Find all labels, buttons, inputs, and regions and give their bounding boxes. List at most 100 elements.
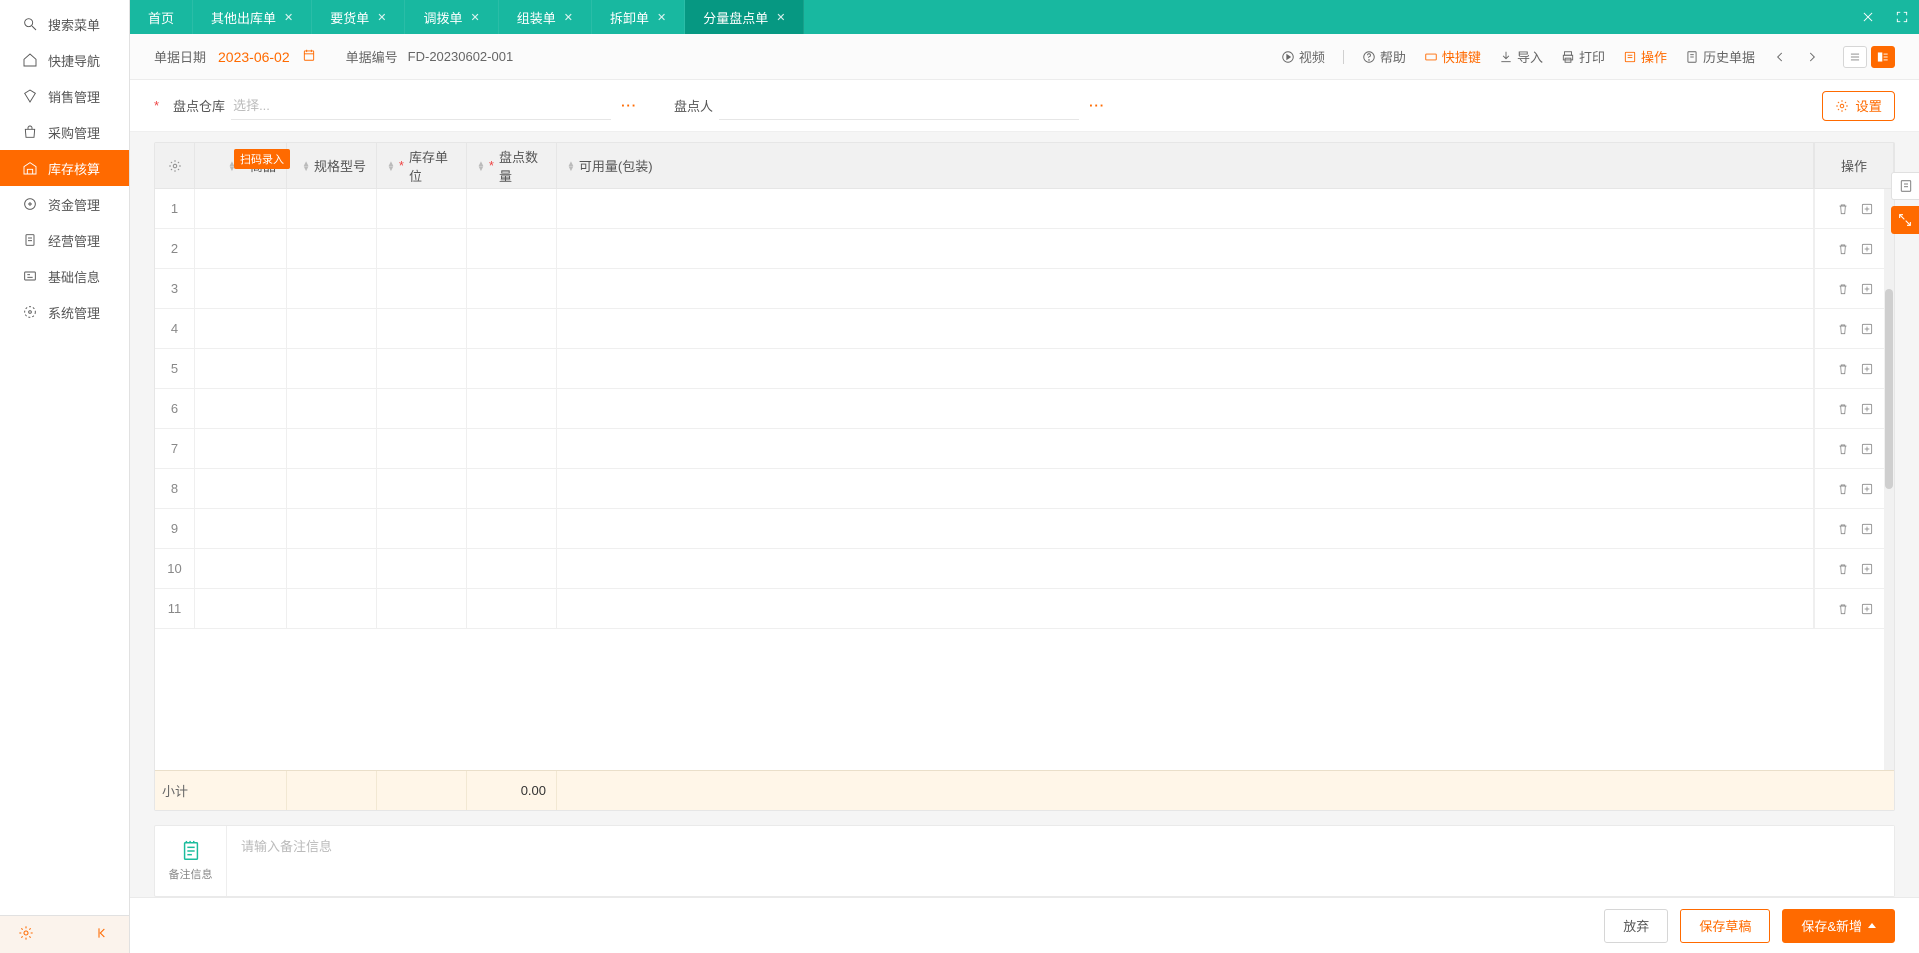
save-new-button[interactable]: 保存&新增: [1782, 909, 1895, 943]
cell-spec[interactable]: [287, 309, 377, 348]
cell-sku[interactable]: [195, 189, 287, 228]
cell-sku[interactable]: [195, 549, 287, 588]
table-row[interactable]: 2: [155, 229, 1894, 269]
delete-row-icon[interactable]: [1836, 522, 1850, 536]
sidebar-item-inventory[interactable]: 库存核算: [0, 150, 129, 186]
close-icon[interactable]: ✕: [377, 11, 386, 24]
table-row[interactable]: 7: [155, 429, 1894, 469]
cell-avail[interactable]: [557, 429, 1814, 468]
cell-spec[interactable]: [287, 349, 377, 388]
remark-input[interactable]: [227, 826, 1894, 896]
cell-sku[interactable]: [195, 389, 287, 428]
delete-row-icon[interactable]: [1836, 242, 1850, 256]
save-draft-button[interactable]: 保存草稿: [1680, 909, 1770, 943]
cell-sku[interactable]: [195, 469, 287, 508]
cell-sku[interactable]: [195, 309, 287, 348]
tab-home[interactable]: 首页: [130, 0, 193, 34]
cell-spec[interactable]: [287, 269, 377, 308]
cell-qty[interactable]: [467, 429, 557, 468]
add-row-icon[interactable]: [1860, 242, 1874, 256]
add-row-icon[interactable]: [1860, 362, 1874, 376]
cell-spec[interactable]: [287, 509, 377, 548]
sidebar-item-purchase[interactable]: 采购管理: [0, 114, 129, 150]
cell-sku[interactable]: [195, 269, 287, 308]
cell-qty[interactable]: [467, 229, 557, 268]
scrollbar-thumb[interactable]: [1885, 289, 1893, 489]
collapse-sidebar-icon[interactable]: [95, 925, 111, 944]
col-sku[interactable]: ▲▼ *商品 扫码录入: [195, 143, 287, 188]
tab-assemble[interactable]: 组装单✕: [499, 0, 592, 34]
cell-avail[interactable]: [557, 189, 1814, 228]
cell-unit[interactable]: [377, 429, 467, 468]
cell-qty[interactable]: [467, 309, 557, 348]
add-row-icon[interactable]: [1860, 482, 1874, 496]
person-input[interactable]: [719, 92, 1079, 120]
view-list-button[interactable]: [1843, 46, 1867, 68]
scan-entry-badge[interactable]: 扫码录入: [234, 149, 290, 169]
cell-unit[interactable]: [377, 549, 467, 588]
sidebar-item-system[interactable]: 系统管理: [0, 294, 129, 330]
discard-button[interactable]: 放弃: [1604, 909, 1668, 943]
add-row-icon[interactable]: [1860, 442, 1874, 456]
add-row-icon[interactable]: [1860, 322, 1874, 336]
table-row[interactable]: 4: [155, 309, 1894, 349]
video-button[interactable]: 视频: [1281, 47, 1325, 66]
delete-row-icon[interactable]: [1836, 602, 1850, 616]
tab-disassemble[interactable]: 拆卸单✕: [592, 0, 685, 34]
cell-qty[interactable]: [467, 389, 557, 428]
cell-unit[interactable]: [377, 389, 467, 428]
cell-qty[interactable]: [467, 189, 557, 228]
cell-avail[interactable]: [557, 469, 1814, 508]
col-avail[interactable]: ▲▼可用量(包装): [557, 143, 1814, 188]
delete-row-icon[interactable]: [1836, 202, 1850, 216]
tab-transfer[interactable]: 调拨单✕: [405, 0, 498, 34]
table-row[interactable]: 9: [155, 509, 1894, 549]
sidebar-item-search-menu[interactable]: 搜索菜单: [0, 6, 129, 42]
fullscreen-button[interactable]: [1885, 0, 1919, 34]
cell-avail[interactable]: [557, 509, 1814, 548]
cell-sku[interactable]: [195, 429, 287, 468]
close-all-tabs-button[interactable]: [1851, 0, 1885, 34]
cell-sku[interactable]: [195, 509, 287, 548]
cell-spec[interactable]: [287, 589, 377, 628]
add-row-icon[interactable]: [1860, 282, 1874, 296]
cell-unit[interactable]: [377, 349, 467, 388]
cell-avail[interactable]: [557, 349, 1814, 388]
col-unit[interactable]: ▲▼*库存单位: [377, 143, 467, 188]
table-row[interactable]: 11: [155, 589, 1894, 629]
table-row[interactable]: 6: [155, 389, 1894, 429]
delete-row-icon[interactable]: [1836, 282, 1850, 296]
col-qty[interactable]: ▲▼*盘点数量: [467, 143, 557, 188]
person-more-icon[interactable]: ···: [1089, 98, 1105, 113]
cell-qty[interactable]: [467, 469, 557, 508]
cell-spec[interactable]: [287, 469, 377, 508]
delete-row-icon[interactable]: [1836, 362, 1850, 376]
table-row[interactable]: 1: [155, 189, 1894, 229]
cell-unit[interactable]: [377, 589, 467, 628]
sidebar-item-basic-info[interactable]: 基础信息: [0, 258, 129, 294]
cell-unit[interactable]: [377, 509, 467, 548]
calendar-icon[interactable]: [302, 48, 316, 65]
date-value[interactable]: 2023-06-02: [218, 49, 290, 65]
cell-sku[interactable]: [195, 229, 287, 268]
operate-button[interactable]: 操作: [1623, 47, 1667, 66]
next-doc-button[interactable]: [1805, 50, 1819, 64]
delete-row-icon[interactable]: [1836, 482, 1850, 496]
rail-notes-button[interactable]: [1891, 172, 1919, 200]
cell-qty[interactable]: [467, 549, 557, 588]
cell-spec[interactable]: [287, 189, 377, 228]
cell-avail[interactable]: [557, 229, 1814, 268]
delete-row-icon[interactable]: [1836, 322, 1850, 336]
delete-row-icon[interactable]: [1836, 442, 1850, 456]
cell-avail[interactable]: [557, 589, 1814, 628]
cell-avail[interactable]: [557, 309, 1814, 348]
cell-avail[interactable]: [557, 269, 1814, 308]
warehouse-input[interactable]: [231, 92, 611, 120]
cell-sku[interactable]: [195, 589, 287, 628]
cell-sku[interactable]: [195, 349, 287, 388]
cell-unit[interactable]: [377, 189, 467, 228]
settings-gear-icon[interactable]: [18, 925, 34, 944]
cell-qty[interactable]: [467, 589, 557, 628]
cell-spec[interactable]: [287, 549, 377, 588]
close-icon[interactable]: ✕: [471, 11, 480, 24]
